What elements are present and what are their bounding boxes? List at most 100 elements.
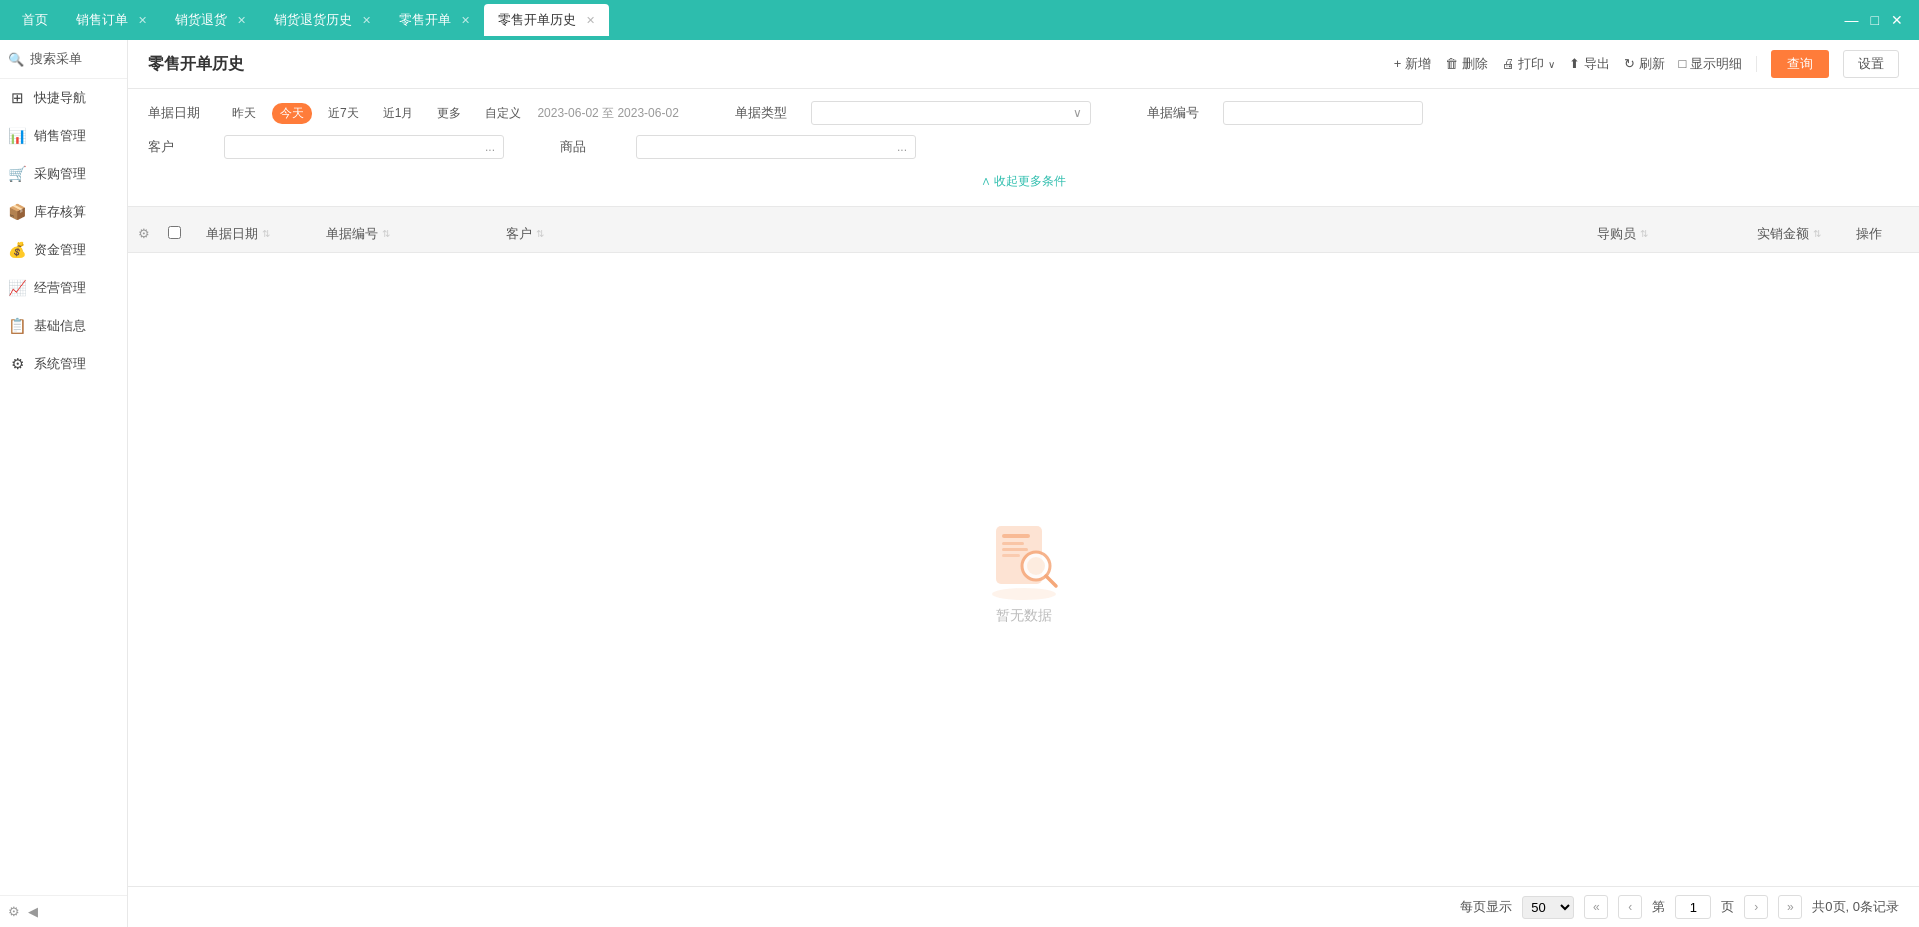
pagination-bar: 每页显示 50 10 20 100 « ‹ 第 页 › » 共0页, 0条记录 [128, 886, 1919, 927]
first-page-button[interactable]: « [1584, 895, 1608, 919]
per-page-label: 每页显示 [1460, 898, 1512, 916]
sort-amount-icon[interactable]: ⇅ [1813, 228, 1821, 239]
page-prefix: 第 [1652, 898, 1665, 916]
close-button[interactable]: ✕ [1891, 12, 1903, 28]
sidebar: 🔍 搜索采单 ⊞ 快捷导航 📊 销售管理 🛒 采购管理 📦 库存核算 💰 资金管… [0, 40, 128, 927]
date-more[interactable]: 更多 [429, 103, 469, 124]
tab-close-sales-order[interactable]: ✕ [138, 14, 147, 27]
th-operation: 操作 [1829, 225, 1909, 243]
next-page-button[interactable]: › [1744, 895, 1768, 919]
sidebar-item-system[interactable]: ⚙ 系统管理 [0, 345, 127, 383]
goods-filter-input[interactable]: ... [636, 135, 916, 159]
show-detail-button[interactable]: □ 显示明细 [1679, 55, 1742, 73]
type-filter-label: 单据类型 [735, 104, 795, 122]
collapse-button[interactable]: ∧ 收起更多条件 [148, 169, 1899, 194]
operations-icon: 📈 [8, 279, 26, 297]
table-settings-icon[interactable]: ⚙ [138, 226, 168, 241]
empty-state: 暂无数据 [128, 253, 1919, 886]
print-dropdown-icon[interactable]: ∨ [1548, 59, 1555, 70]
tab-close-retail-open[interactable]: ✕ [461, 14, 470, 27]
page-suffix: 页 [1721, 898, 1734, 916]
toolbar-divider [1756, 56, 1757, 72]
maximize-button[interactable]: □ [1871, 12, 1879, 28]
query-button[interactable]: 查询 [1771, 50, 1829, 78]
sidebar-item-basic-info[interactable]: 📋 基础信息 [0, 307, 127, 345]
tab-close-sales-return[interactable]: ✕ [237, 14, 246, 27]
date-custom[interactable]: 自定义 [477, 103, 529, 124]
svg-rect-3 [1002, 542, 1024, 545]
date-filter-label: 单据日期 [148, 104, 208, 122]
sidebar-item-inventory[interactable]: 📦 库存核算 [0, 193, 127, 231]
main-layout: 🔍 搜索采单 ⊞ 快捷导航 📊 销售管理 🛒 采购管理 📦 库存核算 💰 资金管… [0, 40, 1919, 927]
sidebar-collapse-icon[interactable]: ◀ [28, 904, 38, 919]
th-number: 单据编号 ⇅ [318, 225, 498, 243]
tab-close-retail-open-history[interactable]: ✕ [586, 14, 595, 27]
print-button[interactable]: 🖨 打印 ∨ [1502, 55, 1556, 73]
tab-sales-return[interactable]: 销货退货 ✕ [161, 4, 260, 36]
customer-filter-input[interactable]: ... [224, 135, 504, 159]
sort-customer-icon[interactable]: ⇅ [536, 228, 544, 239]
date-7days[interactable]: 近7天 [320, 103, 367, 124]
th-customer: 客户 ⇅ [498, 225, 1589, 243]
tab-retail-open-history[interactable]: 零售开单历史 ✕ [484, 4, 609, 36]
date-yesterday[interactable]: 昨天 [224, 103, 264, 124]
table-select-all[interactable] [168, 226, 198, 242]
svg-rect-4 [1002, 548, 1028, 551]
sort-date-icon[interactable]: ⇅ [262, 228, 270, 239]
table-header: ⚙ 单据日期 ⇅ 单据编号 ⇅ 客户 ⇅ 导购员 ⇅ [128, 215, 1919, 253]
customer-filter-label: 客户 [148, 138, 208, 156]
sidebar-settings-icon[interactable]: ⚙ [8, 904, 20, 919]
last-page-button[interactable]: » [1778, 895, 1802, 919]
total-info: 共0页, 0条记录 [1812, 898, 1899, 916]
window-controls: — □ ✕ [1845, 12, 1911, 28]
sales-mgmt-icon: 📊 [8, 127, 26, 145]
th-salesperson: 导购员 ⇅ [1589, 225, 1709, 243]
add-button[interactable]: + 新增 [1394, 55, 1431, 73]
number-filter-label: 单据编号 [1147, 104, 1207, 122]
tab-sales-order[interactable]: 销售订单 ✕ [62, 4, 161, 36]
delete-button[interactable]: 🗑 删除 [1445, 55, 1488, 73]
tab-home[interactable]: 首页 [8, 4, 62, 36]
sort-salesperson-icon[interactable]: ⇅ [1640, 228, 1648, 239]
inventory-icon: 📦 [8, 203, 26, 221]
prev-page-button[interactable]: ‹ [1618, 895, 1642, 919]
export-button[interactable]: ⬆ 导出 [1569, 55, 1610, 73]
filter-dates: 昨天 今天 近7天 近1月 更多 自定义 2023-06-02 至 2023-0… [224, 103, 679, 124]
svg-rect-5 [1002, 554, 1020, 557]
purchase-mgmt-icon: 🛒 [8, 165, 26, 183]
tab-retail-open[interactable]: 零售开单 ✕ [385, 4, 484, 36]
sidebar-item-finance[interactable]: 💰 资金管理 [0, 231, 127, 269]
basic-info-icon: 📋 [8, 317, 26, 335]
page-number-input[interactable] [1675, 895, 1711, 919]
sort-number-icon[interactable]: ⇅ [382, 228, 390, 239]
th-actual-amount: 实销金额 ⇅ [1709, 225, 1829, 243]
per-page-select[interactable]: 50 10 20 100 [1522, 896, 1574, 919]
toolbar: + 新增 🗑 删除 🖨 打印 ∨ ⬆ 导出 ↻ 刷新 □ 显示明细 [1394, 50, 1899, 78]
finance-icon: 💰 [8, 241, 26, 259]
tab-sales-return-history[interactable]: 销货退货历史 ✕ [260, 4, 385, 36]
customer-ellipsis: ... [485, 140, 495, 154]
search-icon: 🔍 [8, 52, 24, 67]
type-filter-select[interactable]: ∨ [811, 101, 1091, 125]
sidebar-item-operations[interactable]: 📈 经营管理 [0, 269, 127, 307]
th-date: 单据日期 ⇅ [198, 225, 318, 243]
number-filter-input[interactable] [1223, 101, 1423, 125]
goods-filter-label: 商品 [560, 138, 620, 156]
sidebar-search[interactable]: 🔍 搜索采单 [0, 40, 127, 79]
top-tabbar: 首页 销售订单 ✕ 销货退货 ✕ 销货退货历史 ✕ 零售开单 ✕ 零售开单历史 … [0, 0, 1919, 40]
refresh-button[interactable]: ↻ 刷新 [1624, 55, 1665, 73]
tab-close-sales-return-history[interactable]: ✕ [362, 14, 371, 27]
type-dropdown-icon: ∨ [1073, 106, 1082, 120]
minimize-button[interactable]: — [1845, 12, 1859, 28]
date-1month[interactable]: 近1月 [375, 103, 422, 124]
date-today[interactable]: 今天 [272, 103, 312, 124]
sidebar-item-purchase-mgmt[interactable]: 🛒 采购管理 [0, 155, 127, 193]
svg-line-8 [1046, 576, 1056, 586]
settings-button[interactable]: 设置 [1843, 50, 1899, 78]
sidebar-item-sales-mgmt[interactable]: 📊 销售管理 [0, 117, 127, 155]
sidebar-item-quick-nav[interactable]: ⊞ 快捷导航 [0, 79, 127, 117]
select-all-checkbox[interactable] [168, 226, 181, 239]
quick-nav-icon: ⊞ [8, 89, 26, 107]
date-range-display: 2023-06-02 至 2023-06-02 [537, 105, 678, 122]
page-title: 零售开单历史 [148, 54, 1394, 75]
